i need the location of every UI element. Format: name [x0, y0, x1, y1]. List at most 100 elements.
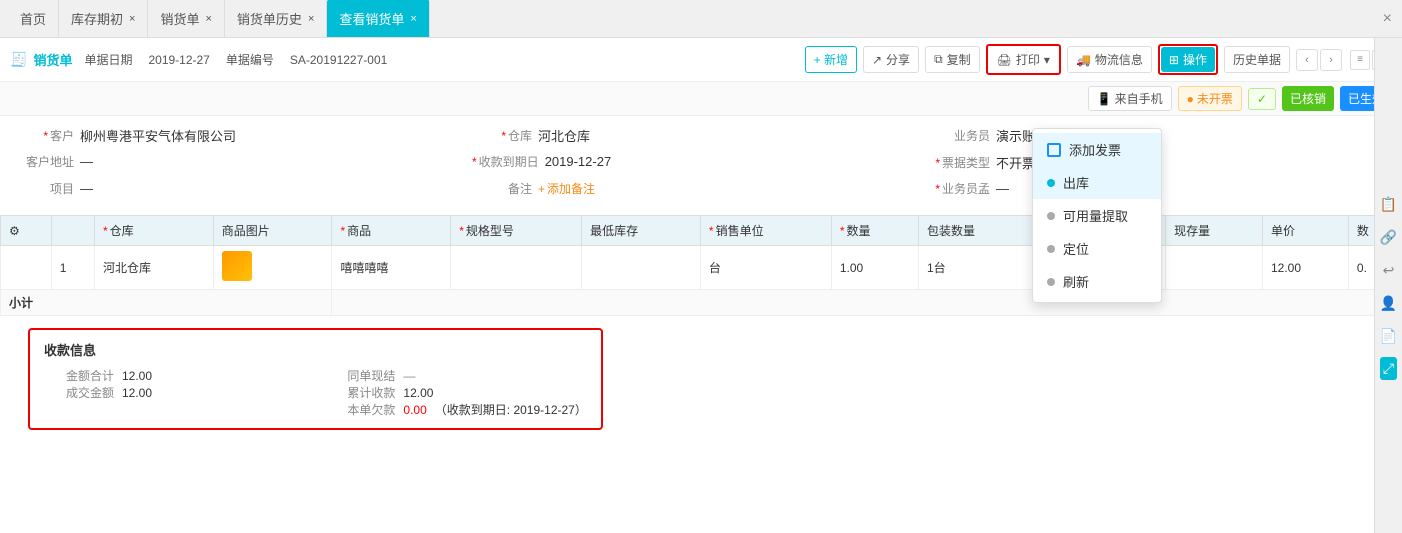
row-spec [451, 246, 582, 290]
sidebar-icon-1[interactable]: 📋 [1376, 192, 1401, 217]
locate-icon [1047, 245, 1055, 253]
customer-value: 柳州粤港平安气体有限公司 [80, 126, 236, 145]
print-button-wrapper: 🖨 打印 ▾ [986, 44, 1061, 75]
doc-date-value: 2019-12-27 [148, 53, 209, 67]
project-label: 项目 [14, 180, 74, 197]
layout-list-icon[interactable]: ≡ [1350, 50, 1370, 70]
form-row-1: 客户 柳州粤港平安气体有限公司 仓库 河北仓库 业务员 演示账号 [14, 126, 1388, 145]
tab-home[interactable]: 首页 [8, 0, 59, 37]
remark-field: 备注 + 添加备注 [472, 180, 930, 197]
share-icon: ↗ [872, 53, 882, 67]
window-close-button[interactable]: × [1383, 10, 1392, 28]
new-button[interactable]: + 新增 [805, 46, 857, 73]
tab-close-sales[interactable]: × [205, 13, 211, 25]
prev-arrow[interactable]: ‹ [1296, 49, 1318, 71]
row-price: 12.00 [1263, 246, 1349, 290]
col-index [51, 216, 94, 246]
footer-empty [332, 290, 1402, 316]
ticket-type-value: 不开票 [996, 153, 1035, 172]
payment-col-left: 金额合计 12.00 成交金额 12.00 [44, 367, 305, 418]
copy-icon: ⧉ [934, 52, 943, 67]
right-sidebar: 📋 🔗 ↩ 👤 📄 ⤢ [1374, 38, 1402, 533]
row-gear[interactable] [1, 246, 52, 290]
dropdown-available[interactable]: 可用量提取 [1033, 199, 1161, 232]
col-product: 商品 [332, 216, 451, 246]
product-image [222, 251, 252, 281]
toolbar: 🧾 销货单 单据日期 2019-12-27 单据编号 SA-20191227-0… [0, 38, 1402, 82]
next-arrow[interactable]: › [1320, 49, 1342, 71]
share-button[interactable]: ↗ 分享 [863, 46, 919, 73]
form-row-3: 项目 — 备注 + 添加备注 业务员孟 — [14, 180, 1388, 197]
tab-close-check-sales[interactable]: × [410, 13, 416, 25]
due-date-field: 收款到期日 2019-12-27 [472, 153, 930, 170]
transaction-label: 成交金额 [44, 384, 114, 401]
owe-row: 本单欠款 0.00 （收款到期日: 2019-12-27） [325, 401, 586, 418]
row-pack-qty: 1台 [918, 246, 1037, 290]
tab-check-sales[interactable]: 查看销货单 × [327, 0, 429, 37]
payment-grid: 金额合计 12.00 成交金额 12.00 同单现结 — [44, 367, 587, 418]
table-wrapper: ⚙ 仓库 商品图片 商品 规格型号 最低库存 销售单位 数量 包装数量 可用量 … [0, 215, 1402, 316]
logistics-button[interactable]: 🚚 物流信息 [1067, 46, 1152, 73]
sidebar-icon-2[interactable]: 🔗 [1376, 225, 1401, 250]
operation-button-wrapper: ⊞ 操作 [1158, 44, 1218, 75]
col-gear[interactable]: ⚙ [1, 216, 52, 246]
form-section: 客户 柳州粤港平安气体有限公司 仓库 河北仓库 业务员 演示账号 客户地址 — [0, 116, 1402, 215]
nav-arrows: ‹ › [1296, 49, 1342, 71]
print-icon: 🖨 [997, 53, 1012, 67]
row-min-stock [582, 246, 701, 290]
warehouse-label: 仓库 [472, 127, 532, 144]
transaction-row: 成交金额 12.00 [44, 384, 305, 401]
print-button[interactable]: 🖨 打印 ▾ [989, 47, 1058, 72]
tab-close-inventory[interactable]: × [129, 13, 135, 25]
operation-icon: ⊞ [1169, 53, 1179, 67]
sidebar-expand-icon[interactable]: ⤢ [1380, 357, 1397, 380]
dropdown-refresh[interactable]: 刷新 [1033, 265, 1161, 298]
same-order-label: 同单现结 [325, 367, 395, 384]
not-opened-badge[interactable]: ● 未开票 [1178, 86, 1242, 111]
table-row: 1 河北仓库 嘻嘻嘻嘻 台 1.00 1台 12.00 [1, 246, 1402, 290]
payment-title: 收款信息 [44, 340, 587, 359]
payment-col-right: 同单现结 — 累计收款 12.00 本单欠款 0.00 （收款到期日: 2019… [325, 367, 586, 418]
dropdown-add-invoice[interactable]: 添加发票 [1033, 133, 1161, 166]
footer-label: 小计 [1, 290, 332, 316]
total-row: 金额合计 12.00 [44, 367, 305, 384]
operation-button[interactable]: ⊞ 操作 [1161, 47, 1215, 72]
tab-close-sales-history[interactable]: × [308, 13, 314, 25]
dropdown-locate[interactable]: 定位 [1033, 232, 1161, 265]
row-index: 1 [51, 246, 94, 290]
doc-meta: 单据日期 2019-12-27 单据编号 SA-20191227-001 [84, 51, 387, 68]
col-pack-qty: 包装数量 [918, 216, 1037, 246]
col-unit: 销售单位 [700, 216, 831, 246]
doc-number-value: SA-20191227-001 [290, 53, 387, 67]
address-field: 客户地址 — [14, 153, 472, 170]
check-icon: ✓ [1257, 92, 1267, 106]
add-remark-button[interactable]: + 添加备注 [538, 180, 595, 197]
ticket-type-label: 票据类型 [930, 154, 990, 171]
col-quantity: 数量 [831, 216, 918, 246]
items-table: ⚙ 仓库 商品图片 商品 规格型号 最低库存 销售单位 数量 包装数量 可用量 … [0, 215, 1402, 316]
sidebar-icon-5[interactable]: 📄 [1376, 324, 1401, 349]
confirm-badge[interactable]: ✓ [1248, 88, 1276, 110]
refresh-icon [1047, 278, 1055, 286]
doc-number-label: 单据编号 [226, 51, 274, 68]
owe-label: 本单欠款 [325, 401, 395, 418]
phone-icon: 📱 [1097, 92, 1112, 106]
history-button[interactable]: 历史单据 [1224, 46, 1290, 73]
customer-label: 客户 [14, 127, 74, 144]
ticket-icon: ● [1187, 92, 1194, 106]
copy-button[interactable]: ⧉ 复制 [925, 46, 980, 73]
add-remark-icon: + [538, 182, 545, 196]
sold-button[interactable]: 已核销 [1282, 86, 1334, 111]
sidebar-icon-3[interactable]: ↩ [1379, 258, 1399, 283]
doc-title: 🧾 销货单 [10, 50, 72, 69]
owe-note: （收款到期日: 2019-12-27） [435, 401, 587, 418]
sidebar-icon-4[interactable]: 👤 [1376, 291, 1401, 316]
dropdown-outbound[interactable]: 出库 [1033, 166, 1161, 199]
tab-inventory[interactable]: 库存期初 × [59, 0, 148, 37]
from-phone-button[interactable]: 📱 来自手机 [1088, 86, 1172, 111]
tab-sales[interactable]: 销货单 × [148, 0, 224, 37]
tab-sales-history[interactable]: 销货单历史 × [225, 0, 327, 37]
col-spec: 规格型号 [451, 216, 582, 246]
sub-toolbar: 📱 来自手机 ● 未开票 ✓ 已核销 已生效 [0, 82, 1402, 116]
project-value: — [80, 181, 93, 196]
